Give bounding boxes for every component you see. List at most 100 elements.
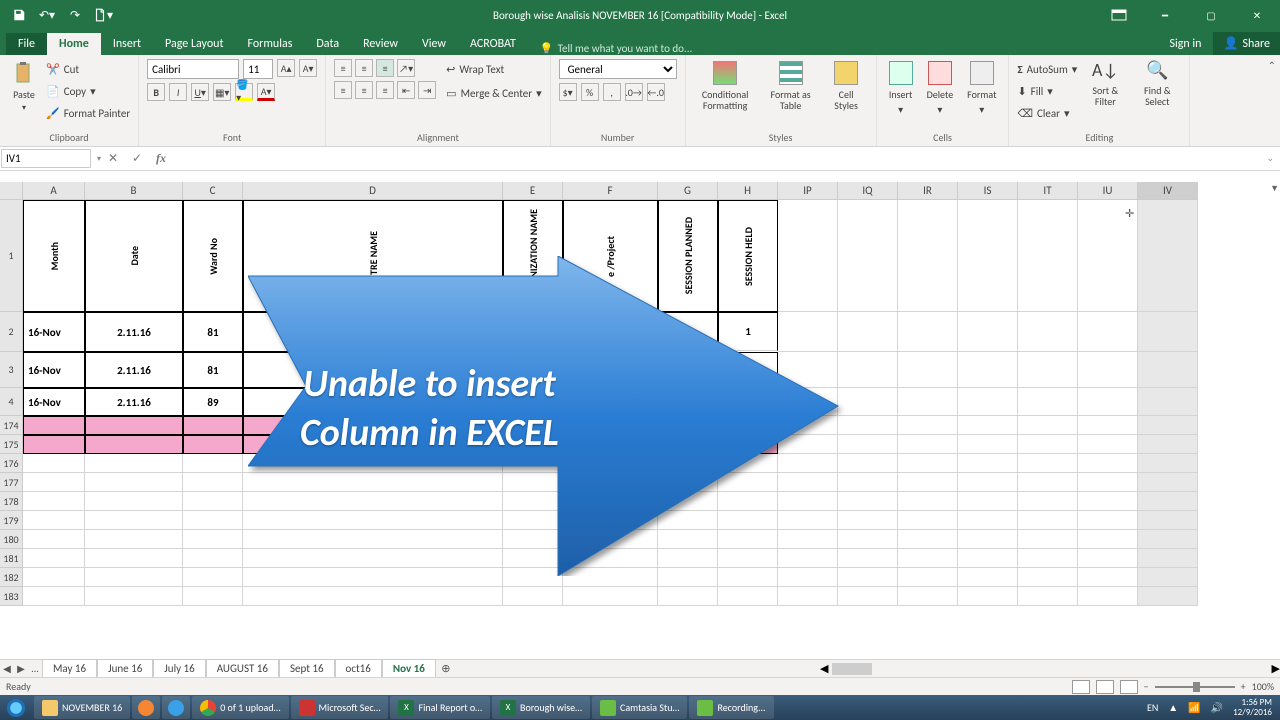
taskbar-folder[interactable]: NOVEMBER 16 [34, 696, 130, 719]
insert-button[interactable]: Insert▾ [885, 59, 917, 117]
col-header-IS[interactable]: IS [958, 182, 1018, 200]
cell[interactable] [183, 530, 243, 549]
cell[interactable] [898, 587, 958, 606]
cell[interactable] [1018, 388, 1078, 416]
cell[interactable] [898, 352, 958, 388]
cell[interactable] [563, 587, 658, 606]
cell[interactable] [503, 549, 563, 568]
cell[interactable] [1138, 416, 1198, 435]
cell[interactable] [718, 492, 778, 511]
tab-formulas[interactable]: Formulas [235, 33, 304, 55]
worksheet-grid[interactable]: ABCDEFGHIPIQIRISITIUIV 1MonthDateWard No… [0, 182, 1280, 659]
row-header[interactable]: 2 [0, 312, 23, 352]
cell[interactable] [898, 549, 958, 568]
italic-button[interactable]: I [169, 83, 187, 101]
cell[interactable] [503, 454, 563, 473]
font-color-button[interactable]: A▾ [257, 83, 275, 101]
sheet-tab[interactable]: May 16 [42, 659, 97, 679]
format-button[interactable]: Format▾ [963, 59, 1000, 117]
cell[interactable] [1078, 530, 1138, 549]
col-header-IP[interactable]: IP [778, 182, 838, 200]
maximize-icon[interactable]: ▢ [1188, 0, 1234, 30]
save-icon[interactable] [6, 3, 32, 27]
taskbar-chrome[interactable]: 0 of 1 upload… [192, 696, 288, 719]
sheet-nav-next-icon[interactable]: ▶ [14, 662, 28, 675]
comma-icon[interactable]: , [603, 83, 621, 101]
decrease-decimal-icon[interactable]: ←.0 [647, 83, 665, 101]
cell[interactable] [1078, 473, 1138, 492]
row-header[interactable]: 4 [0, 388, 23, 416]
cell[interactable] [243, 530, 503, 549]
taskbar-excel1[interactable]: XFinal Report o… [390, 696, 490, 719]
font-size-input[interactable] [243, 59, 273, 79]
cell[interactable] [838, 473, 898, 492]
align-right-icon[interactable]: ≡ [376, 81, 394, 99]
cell[interactable] [563, 511, 658, 530]
cell[interactable] [658, 388, 718, 416]
cell[interactable] [243, 549, 503, 568]
sheet-tab[interactable]: Sept 16 [279, 659, 335, 679]
increase-indent-icon[interactable]: ⇥ [418, 81, 436, 99]
decrease-font-icon[interactable]: A▾ [299, 59, 317, 77]
cell[interactable]: SESSION PLANNED [658, 200, 718, 312]
cell[interactable] [23, 435, 85, 454]
merge-center-button[interactable]: ▭Merge & Center▾ [446, 83, 541, 103]
cell[interactable]: 81 [183, 312, 243, 352]
cell[interactable] [243, 473, 503, 492]
cell[interactable] [838, 587, 898, 606]
row-header[interactable]: 176 [0, 454, 23, 473]
cell[interactable] [958, 530, 1018, 549]
cell[interactable] [1138, 549, 1198, 568]
cell[interactable] [658, 435, 718, 454]
cell[interactable] [958, 435, 1018, 454]
cell[interactable] [658, 416, 718, 435]
sheet-ellipsis[interactable]: … [28, 662, 42, 675]
cell[interactable] [85, 587, 183, 606]
cell[interactable] [1138, 492, 1198, 511]
underline-button[interactable]: U▾ [191, 83, 209, 101]
cell[interactable] [243, 312, 503, 352]
tray-network-icon[interactable]: 📶 [1188, 701, 1200, 714]
cell[interactable] [85, 549, 183, 568]
cell[interactable] [23, 568, 85, 587]
cell[interactable] [1138, 568, 1198, 587]
cell[interactable] [183, 549, 243, 568]
delete-button[interactable]: Delete▾ [923, 59, 958, 117]
cell[interactable] [838, 511, 898, 530]
conditional-formatting-button[interactable]: Conditional Formatting [694, 59, 757, 113]
cell[interactable]: Month [23, 200, 85, 312]
cell[interactable]: NTRE NAME [243, 200, 503, 312]
cell[interactable] [958, 492, 1018, 511]
sheet-tab[interactable]: July 16 [153, 659, 205, 679]
cell[interactable] [778, 312, 838, 352]
cell[interactable] [958, 473, 1018, 492]
cell[interactable] [563, 388, 658, 416]
col-header-H[interactable]: H [718, 182, 778, 200]
col-header-E[interactable]: E [503, 182, 563, 200]
cell[interactable] [183, 435, 243, 454]
cell[interactable] [1138, 587, 1198, 606]
cell[interactable] [23, 416, 85, 435]
cell[interactable] [1078, 435, 1138, 454]
ribbon-options-icon[interactable] [1096, 0, 1142, 30]
tab-data[interactable]: Data [304, 33, 351, 55]
cell[interactable]: 81 [183, 352, 243, 388]
tab-page-layout[interactable]: Page Layout [153, 33, 235, 55]
cell[interactable] [183, 454, 243, 473]
cell[interactable] [718, 388, 778, 416]
tab-insert[interactable]: Insert [101, 33, 153, 55]
cell[interactable] [23, 587, 85, 606]
page-break-view-icon[interactable] [1120, 680, 1138, 694]
cell[interactable] [838, 352, 898, 388]
cell[interactable] [958, 352, 1018, 388]
cell[interactable] [718, 549, 778, 568]
bold-button[interactable]: B [147, 83, 165, 101]
cell[interactable] [1138, 312, 1198, 352]
align-center-icon[interactable]: ≡ [355, 81, 373, 99]
cell[interactable] [243, 511, 503, 530]
cell[interactable] [838, 416, 898, 435]
cell[interactable] [1138, 435, 1198, 454]
cell[interactable] [1078, 388, 1138, 416]
cell[interactable] [1078, 200, 1138, 312]
cell[interactable] [778, 352, 838, 388]
